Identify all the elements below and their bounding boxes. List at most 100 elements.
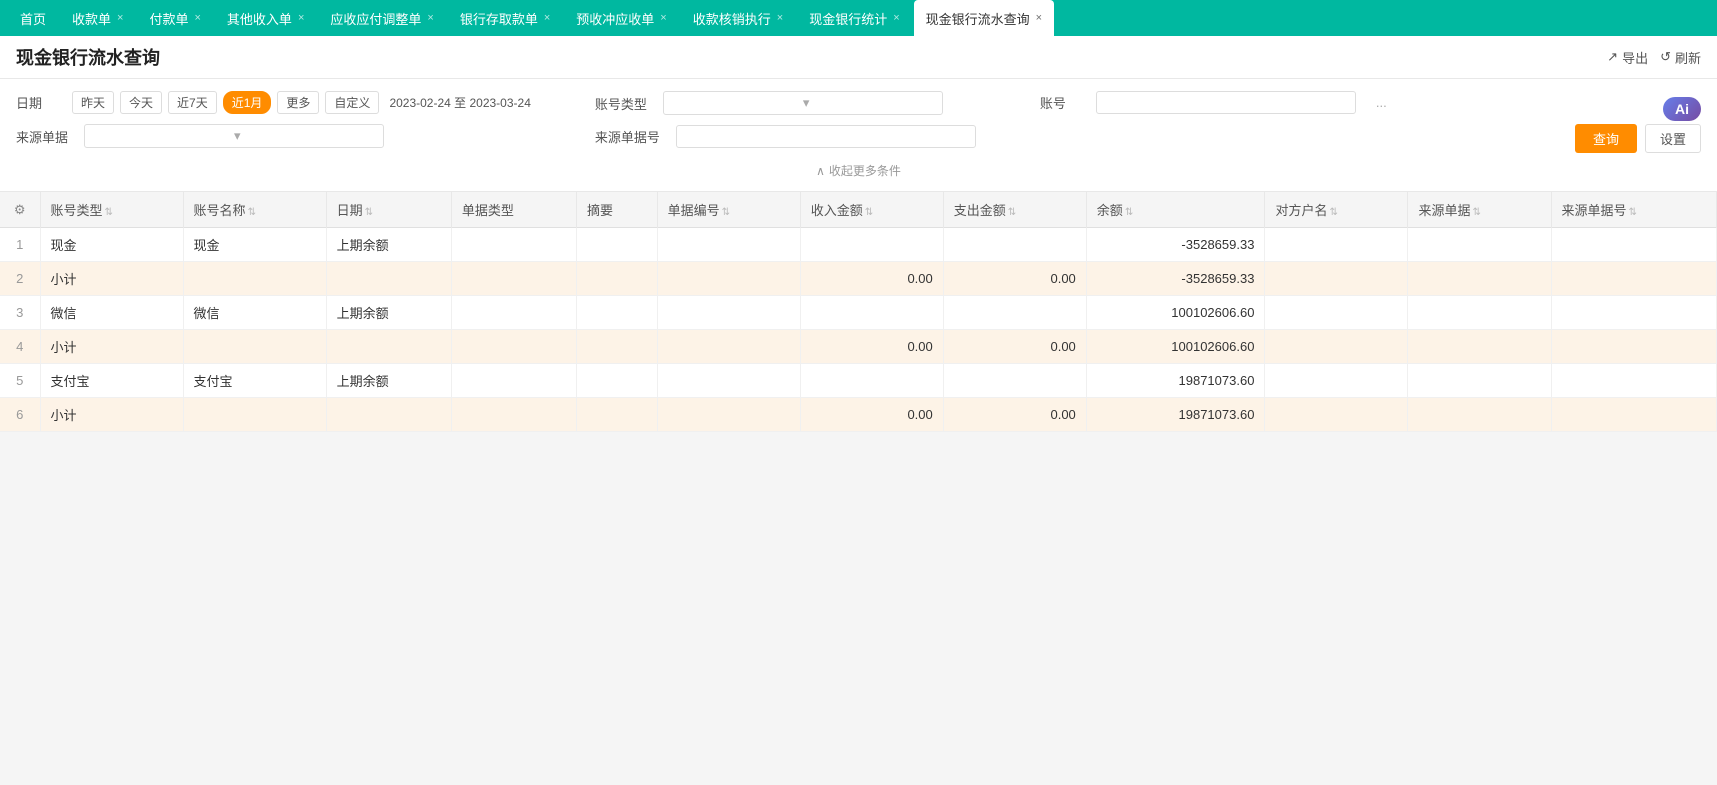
col-income[interactable]: 收入金额⇅ [800,192,943,228]
date-filter-row: 日期 昨天 今天 近7天 近1月 更多 自定义 2023-02-24 至 202… [16,91,531,114]
col-source-doc-no[interactable]: 来源单据号⇅ [1551,192,1716,228]
cell-source-doc-no [1551,296,1716,330]
nav-tab-0[interactable]: 收款单 × [60,0,135,36]
col-source-doc[interactable]: 来源单据⇅ [1408,192,1551,228]
account-filter-row: 账号 ... [1040,91,1701,114]
source-doc-select[interactable]: ▾ [84,124,384,148]
col-settings[interactable]: ⚙ [0,192,40,228]
sort-icon-expense: ⇅ [1008,207,1016,218]
account-type-select[interactable]: ▾ [663,91,943,115]
table-row: 5支付宝支付宝上期余额19871073.60 [0,364,1717,398]
cell-account-type: 支付宝 [40,364,183,398]
date-btn-custom[interactable]: 自定义 [325,91,379,114]
cell-account-type: 现金 [40,228,183,262]
cell-source-doc [1408,364,1551,398]
cell-row-no: 5 [0,364,40,398]
cell-counterparty [1265,228,1408,262]
sort-icon-income: ⇅ [865,207,873,218]
nav-tab-7-close[interactable]: × [893,12,899,24]
col-summary[interactable]: 摘要 [577,192,658,228]
nav-tab-1[interactable]: 付款单 × [137,0,212,36]
cell-source-doc-no [1551,228,1716,262]
cell-account-name: 支付宝 [183,364,326,398]
cell-doc-no [657,262,800,296]
collapse-label: 收起更多条件 [829,162,901,179]
nav-tab-6-label: 收款核销执行 [693,9,771,28]
col-doc-type[interactable]: 单据类型 [451,192,576,228]
collapse-bar[interactable]: ∧ 收起更多条件 [16,158,1701,183]
nav-home-label: 首页 [20,9,46,28]
nav-tab-3-close[interactable]: × [427,12,433,24]
settings-button[interactable]: 设置 [1645,124,1701,153]
cell-summary [577,398,658,432]
sort-icon-counterparty: ⇅ [1329,207,1337,218]
cell-balance: 100102606.60 [1086,330,1265,364]
query-button[interactable]: 查询 [1575,124,1637,153]
nav-tab-8-label: 现金银行流水查询 [926,9,1030,28]
date-btn-more[interactable]: 更多 [277,91,319,114]
account-type-label: 账号类型 [595,94,647,113]
sort-icon-account-name: ⇅ [248,207,256,218]
nav-tab-6-close[interactable]: × [777,12,783,24]
nav-tab-8-close[interactable]: × [1036,12,1042,24]
col-counterparty[interactable]: 对方户名⇅ [1265,192,1408,228]
nav-tab-3-label: 应收应付调整单 [330,9,421,28]
cell-summary [577,330,658,364]
export-button[interactable]: ↗ 导出 [1607,48,1648,67]
main-table: ⚙ 账号类型⇅ 账号名称⇅ 日期⇅ 单据类型 摘要 单据编号⇅ [0,192,1717,432]
sort-icon-date: ⇅ [365,207,373,218]
sort-icon-source-doc-no: ⇅ [1629,207,1637,218]
table-row: 2小计0.000.00-3528659.33 [0,262,1717,296]
cell-expense: 0.00 [943,398,1086,432]
col-date[interactable]: 日期⇅ [326,192,451,228]
nav-tab-5[interactable]: 预收冲应收单 × [564,0,678,36]
account-dots[interactable]: ... [1376,95,1387,110]
cell-date [326,262,451,296]
nav-home[interactable]: 首页 [8,0,58,36]
date-btn-1month[interactable]: 近1月 [223,91,272,114]
cell-income: 0.00 [800,398,943,432]
cell-doc-type [451,228,576,262]
nav-tab-6[interactable]: 收款核销执行 × [681,0,795,36]
cell-balance: -3528659.33 [1086,228,1265,262]
top-nav: 首页 收款单 × 付款单 × 其他收入单 × 应收应付调整单 × 银行存取款单 … [0,0,1717,36]
col-doc-no[interactable]: 单据编号⇅ [657,192,800,228]
cell-source-doc [1408,296,1551,330]
account-input[interactable] [1096,91,1356,114]
nav-tab-4[interactable]: 银行存取款单 × [448,0,562,36]
export-label: 导出 [1622,48,1648,67]
page-header: 现金银行流水查询 ↗ 导出 ↺ 刷新 [0,36,1717,79]
nav-tab-0-close[interactable]: × [117,12,123,24]
nav-tab-2[interactable]: 其他收入单 × [215,0,316,36]
date-btn-7days[interactable]: 近7天 [168,91,217,114]
cell-date: 上期余额 [326,296,451,330]
cell-account-name [183,398,326,432]
cell-row-no: 4 [0,330,40,364]
cell-income [800,228,943,262]
col-expense[interactable]: 支出金额⇅ [943,192,1086,228]
cell-income: 0.00 [800,262,943,296]
nav-tab-3[interactable]: 应收应付调整单 × [318,0,445,36]
nav-tab-1-close[interactable]: × [194,12,200,24]
nav-tab-5-close[interactable]: × [660,12,666,24]
refresh-button[interactable]: ↺ 刷新 [1660,48,1701,67]
page-title: 现金银行流水查询 [16,44,160,70]
cell-source-doc [1408,262,1551,296]
date-btn-yesterday[interactable]: 昨天 [72,91,114,114]
nav-tab-7[interactable]: 现金银行统计 × [797,0,911,36]
cell-account-name [183,262,326,296]
nav-tab-8[interactable]: 现金银行流水查询 × [914,0,1054,36]
source-doc-no-input[interactable] [676,125,976,148]
nav-tab-2-close[interactable]: × [298,12,304,24]
cell-doc-type [451,364,576,398]
date-btn-today[interactable]: 今天 [120,91,162,114]
sort-icon-source-doc: ⇅ [1473,207,1481,218]
col-balance[interactable]: 余额⇅ [1086,192,1265,228]
ai-badge[interactable]: Ai [1663,97,1701,121]
col-account-type[interactable]: 账号类型⇅ [40,192,183,228]
nav-tab-4-close[interactable]: × [544,12,550,24]
cell-date [326,330,451,364]
cell-account-name: 现金 [183,228,326,262]
col-account-name[interactable]: 账号名称⇅ [183,192,326,228]
cell-balance: 100102606.60 [1086,296,1265,330]
